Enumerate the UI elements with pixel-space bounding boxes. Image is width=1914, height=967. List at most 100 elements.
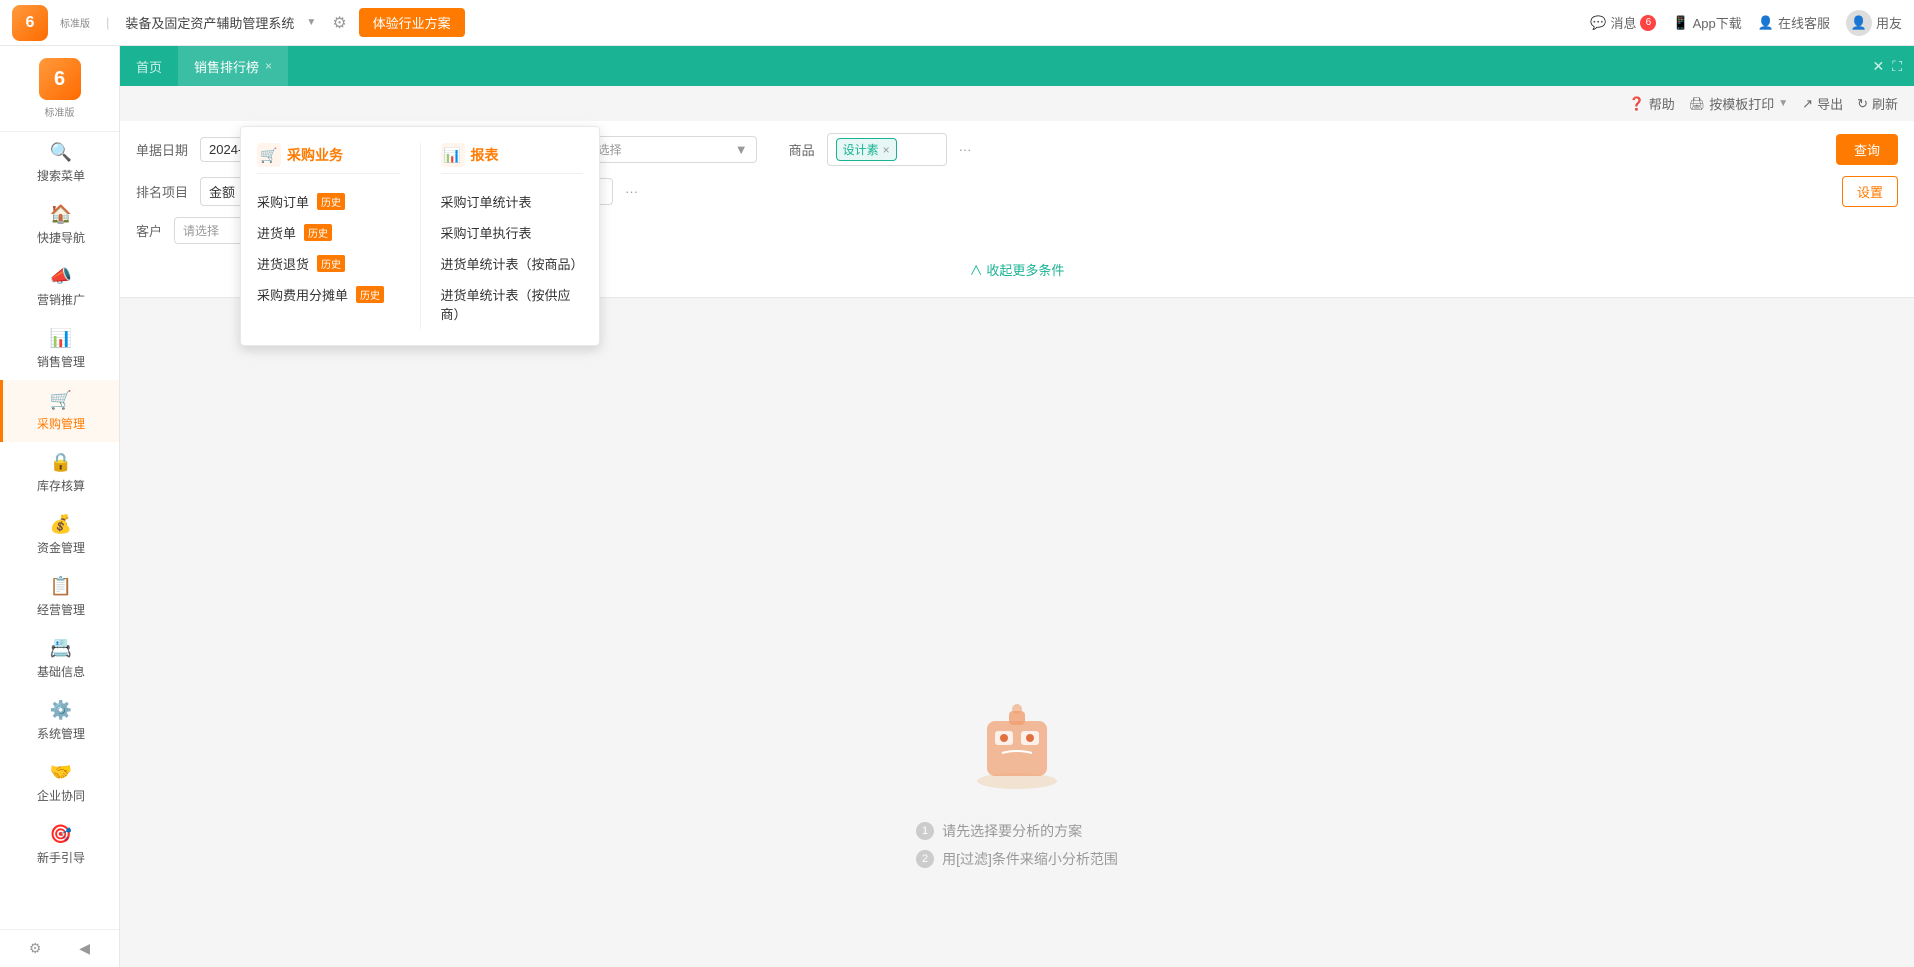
set-button[interactable]: 设置	[1842, 176, 1898, 207]
header-toolbar: ❓ 帮助 🖨 按模板打印 ▼ ↗ 导出 ↻ 刷新	[120, 86, 1914, 121]
tab-bar: 首页 销售排行榜 × ✕ ⛶	[120, 46, 1914, 86]
sidebar-item-marketing[interactable]: 📣 营销推广	[0, 256, 119, 318]
empty-state: 1 请先选择要分析的方案 2 用[过滤]条件来缩小分析范围	[120, 298, 1914, 967]
user-button[interactable]: 👤 用友	[1846, 10, 1902, 36]
report-menu-section: 📊 报表 采购订单统计表 采购订单执行表 进货单统计表（按商品）	[441, 143, 584, 329]
sidebar-item-operations[interactable]: 📋 经营管理	[0, 566, 119, 628]
sidebar-item-inventory[interactable]: 🔒 库存核算	[0, 442, 119, 504]
sidebar-item-system[interactable]: ⚙️ 系统管理	[0, 690, 119, 752]
logo-sub: 标准版	[60, 15, 90, 30]
sidebar-item-label: 基础信息	[37, 663, 85, 680]
print-dropdown-icon[interactable]: ▼	[1778, 98, 1788, 109]
message-icon: 💬	[1590, 15, 1606, 31]
export-button[interactable]: ↗ 导出	[1802, 94, 1843, 113]
sidebar-collapse-button[interactable]: ◀	[79, 940, 90, 957]
sidebar-item-quick[interactable]: 🏠 快捷导航	[0, 194, 119, 256]
purchase-section-icon: 🛒	[257, 143, 281, 167]
home-icon: 🏠	[50, 204, 72, 225]
sidebar: 6 标准版 🔍 搜索菜单 🏠 快捷导航 📣 营销推广 📊 销售管理 🛒	[0, 46, 120, 967]
settings-icon[interactable]: ⚙	[332, 13, 346, 33]
purchase-dropdown-menu: 🛒 采购业务 采购订单 历史 进货单 历史 进货退货	[240, 126, 600, 346]
goods-input[interactable]: 设计素 ×	[827, 133, 947, 166]
empty-illustration	[957, 681, 1077, 801]
menu-item-purchase-order-exec[interactable]: 采购订单执行表	[441, 217, 584, 248]
menu-item-goods-in-stats-by-goods[interactable]: 进货单统计表（按商品）	[441, 248, 584, 279]
finance-icon: 💰	[50, 514, 72, 535]
app-download-button[interactable]: 📱 App下载	[1672, 13, 1741, 32]
menu-item-purchase-expense[interactable]: 采购费用分摊单 历史	[257, 279, 400, 310]
goods-in-badge: 历史	[304, 224, 332, 241]
query-actions: 查询	[1836, 134, 1898, 165]
print-button[interactable]: 🖨 按模板打印 ▼	[1689, 94, 1788, 113]
system-icon: ⚙️	[50, 700, 72, 721]
report-section-icon: 📊	[441, 143, 465, 167]
marketing-icon: 📣	[50, 266, 72, 287]
sidebar-item-purchase[interactable]: 🛒 采购管理	[0, 380, 119, 442]
sidebar-logo-area: 6 标准版	[0, 46, 119, 132]
goods-tag-close[interactable]: ×	[883, 143, 890, 157]
message-button[interactable]: 💬 消息 6	[1590, 13, 1656, 32]
sidebar-item-guide[interactable]: 🎯 新手引导	[0, 814, 119, 876]
tab-expand-icon[interactable]: ⛶	[1892, 58, 1902, 75]
message-badge: 6	[1640, 15, 1656, 31]
salesman-more-dots[interactable]: ···	[625, 184, 638, 199]
user-label: 用友	[1876, 13, 1902, 32]
sidebar-item-sales[interactable]: 📊 销售管理	[0, 318, 119, 380]
search-icon: 🔍	[50, 142, 72, 163]
menu-item-purchase-order[interactable]: 采购订单 历史	[257, 186, 400, 217]
system-dropdown-icon[interactable]: ▼	[306, 17, 316, 28]
menu-item-purchase-order-stats[interactable]: 采购订单统计表	[441, 186, 584, 217]
service-label: 在线客服	[1778, 13, 1830, 32]
sidebar-settings-button[interactable]: ⚙	[29, 940, 42, 957]
guide-icon: 🎯	[50, 824, 72, 845]
empty-icon	[957, 681, 1077, 801]
tab-home[interactable]: 首页	[120, 46, 178, 86]
purchase-icon: 🛒	[50, 390, 72, 411]
page-content: ❓ 帮助 🖨 按模板打印 ▼ ↗ 导出 ↻ 刷新	[120, 86, 1914, 967]
customer-label: 客户	[136, 221, 162, 240]
avatar: 👤	[1846, 10, 1872, 36]
tab-close-icon[interactable]: ×	[265, 59, 272, 73]
sidebar-item-label: 系统管理	[37, 725, 85, 742]
sidebar-item-enterprise[interactable]: 🤝 企业协同	[0, 752, 119, 814]
tab-sales-rank[interactable]: 销售排行榜 ×	[178, 46, 288, 86]
tab-close-all-icon[interactable]: ✕	[1872, 58, 1884, 75]
app-label: App下载	[1693, 13, 1742, 32]
menu-item-goods-in-stats-by-supplier[interactable]: 进货单统计表（按供应商）	[441, 279, 584, 329]
menu-item-goods-in[interactable]: 进货单 历史	[257, 217, 400, 248]
goods-return-badge: 历史	[317, 255, 345, 272]
status-input[interactable]: 请选择 ▼	[577, 136, 757, 163]
print-icon: 🖨	[1689, 96, 1706, 112]
logo-icon: 6	[12, 5, 48, 41]
sidebar-item-label: 快捷导航	[37, 229, 85, 246]
query-button[interactable]: 查询	[1836, 134, 1898, 165]
purchase-order-badge: 历史	[317, 193, 345, 210]
phone-icon: 📱	[1672, 15, 1688, 31]
tab-actions: ✕ ⛶	[1872, 58, 1914, 75]
export-icon: ↗	[1802, 96, 1813, 112]
sidebar-item-finance[interactable]: 💰 资金管理	[0, 504, 119, 566]
sidebar-item-label: 新手引导	[37, 849, 85, 866]
sidebar-item-label: 经营管理	[37, 601, 85, 618]
purchase-expense-badge: 历史	[356, 286, 384, 303]
help-button[interactable]: ❓ 帮助	[1629, 94, 1675, 113]
sidebar-item-search[interactable]: 🔍 搜索菜单	[0, 132, 119, 194]
top-bar: 6 标准版 | 装备及固定资产辅助管理系统 ▼ ⚙ 体验行业方案 💬 消息 6 …	[0, 0, 1914, 46]
refresh-button[interactable]: ↻ 刷新	[1857, 94, 1898, 113]
inventory-icon: 🔒	[50, 452, 72, 473]
empty-hints: 1 请先选择要分析的方案 2 用[过滤]条件来缩小分析范围	[916, 821, 1118, 877]
online-service-button[interactable]: 👤 在线客服	[1758, 13, 1830, 32]
sidebar-item-label: 搜索菜单	[37, 167, 85, 184]
operations-icon: 📋	[50, 576, 72, 597]
purchase-menu-section: 🛒 采购业务 采购订单 历史 进货单 历史 进货退货	[257, 143, 400, 329]
sidebar-item-basic[interactable]: 📇 基础信息	[0, 628, 119, 690]
goods-label: 商品	[789, 140, 815, 159]
goods-more-dots[interactable]: ···	[959, 142, 972, 157]
help-icon: ❓	[1629, 96, 1645, 112]
logo-char: 6	[26, 14, 35, 32]
enterprise-icon: 🤝	[50, 762, 72, 783]
rank-label: 排名项目	[136, 182, 188, 201]
menu-item-goods-return[interactable]: 进货退货 历史	[257, 248, 400, 279]
goods-tag: 设计素 ×	[836, 138, 897, 161]
trial-button[interactable]: 体验行业方案	[359, 8, 465, 37]
